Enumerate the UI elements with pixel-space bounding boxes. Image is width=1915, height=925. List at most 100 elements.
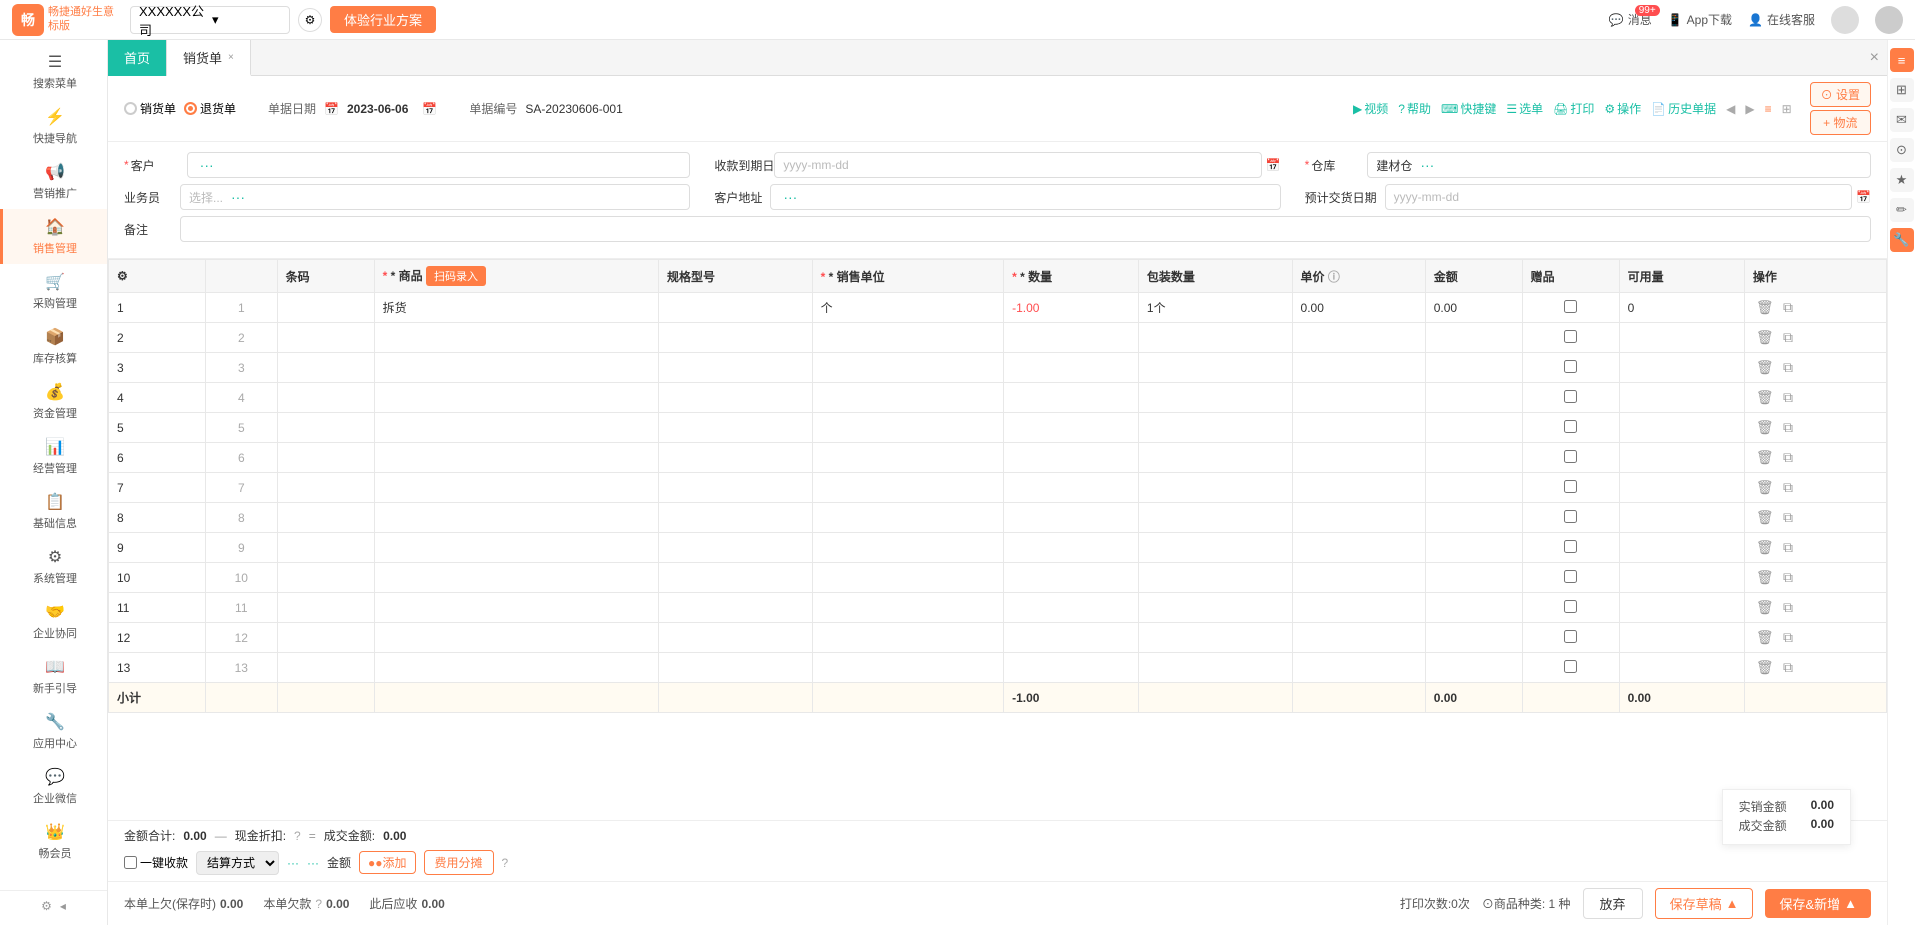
history-btn[interactable]: 📄 历史单据 xyxy=(1651,100,1716,117)
row-packqty-2[interactable] xyxy=(1138,353,1292,383)
row-amount-12[interactable] xyxy=(1425,653,1522,683)
row-delete-12[interactable]: 🗑 xyxy=(1753,658,1777,677)
row-price-11[interactable] xyxy=(1292,623,1425,653)
sidebar-item-guide[interactable]: 📖 新手引导 xyxy=(0,649,107,704)
row-spec-9[interactable] xyxy=(659,563,813,593)
row-spec-8[interactable] xyxy=(659,533,813,563)
operation-btn[interactable]: ⚙ 操作 xyxy=(1604,100,1641,117)
row-price-2[interactable] xyxy=(1292,353,1425,383)
row-amount-5[interactable] xyxy=(1425,443,1522,473)
row-packqty-12[interactable] xyxy=(1138,653,1292,683)
customer-input[interactable]: ··· xyxy=(187,152,691,178)
online-service-btn[interactable]: 👤 在线客服 xyxy=(1748,11,1815,28)
row-packqty-7[interactable] xyxy=(1138,503,1292,533)
row-unit-5[interactable] xyxy=(812,443,1003,473)
col-settings[interactable]: ⚙ xyxy=(109,260,206,293)
row-barcode-4[interactable] xyxy=(277,413,374,443)
row-qty-9[interactable] xyxy=(1004,563,1139,593)
row-price-8[interactable] xyxy=(1292,533,1425,563)
next-icon[interactable]: ▶ xyxy=(1745,102,1754,116)
row-gift-6[interactable] xyxy=(1522,473,1619,503)
grid-view-icon[interactable]: ⊞ xyxy=(1782,102,1792,116)
row-amount-4[interactable] xyxy=(1425,413,1522,443)
right-panel-btn-3[interactable]: ✉ xyxy=(1890,108,1914,132)
return-order-radio[interactable]: 退货单 xyxy=(184,100,236,117)
row-packqty-9[interactable] xyxy=(1138,563,1292,593)
scan-btn[interactable]: 扫码录入 xyxy=(426,266,486,286)
account-dots[interactable]: ··· xyxy=(307,856,319,870)
row-qty-8[interactable] xyxy=(1004,533,1139,563)
tab-close-icon[interactable]: × xyxy=(228,52,234,63)
row-product-3[interactable] xyxy=(374,383,658,413)
row-product-7[interactable] xyxy=(374,503,658,533)
row-amount-1[interactable] xyxy=(1425,323,1522,353)
row-qty-6[interactable] xyxy=(1004,473,1139,503)
row-amount-10[interactable] xyxy=(1425,593,1522,623)
row-copy-7[interactable]: ⧉ xyxy=(1780,508,1796,527)
row-unit-12[interactable] xyxy=(812,653,1003,683)
row-gift-2[interactable] xyxy=(1522,353,1619,383)
row-copy-3[interactable]: ⧉ xyxy=(1780,388,1796,407)
row-gift-5[interactable] xyxy=(1522,443,1619,473)
row-gift-4[interactable] xyxy=(1522,413,1619,443)
calc-method-select[interactable]: 结算方式 xyxy=(196,851,279,875)
right-panel-btn-6[interactable]: ✏ xyxy=(1890,198,1914,222)
row-packqty-6[interactable] xyxy=(1138,473,1292,503)
select-btn[interactable]: ☰ 选单 xyxy=(1506,100,1543,117)
row-spec-11[interactable] xyxy=(659,623,813,653)
row-spec-7[interactable] xyxy=(659,503,813,533)
sidebar-item-operations[interactable]: 📊 经营管理 xyxy=(0,429,107,484)
expense-split-btn[interactable]: 费用分摊 xyxy=(424,850,494,875)
row-spec-2[interactable] xyxy=(659,353,813,383)
row-copy-11[interactable]: ⧉ xyxy=(1780,628,1796,647)
customer-addr-input[interactable]: ··· xyxy=(770,184,1280,210)
row-gift-7[interactable] xyxy=(1522,503,1619,533)
row-barcode-0[interactable] xyxy=(277,293,374,323)
discard-btn[interactable]: 放弃 xyxy=(1583,888,1643,919)
row-copy-5[interactable]: ⧉ xyxy=(1780,448,1796,467)
row-product-10[interactable] xyxy=(374,593,658,623)
row-delete-7[interactable]: 🗑 xyxy=(1753,508,1777,527)
tab-sales[interactable]: 销货单 × xyxy=(167,40,251,76)
warehouse-input[interactable]: 建材仓 ··· xyxy=(1367,152,1871,178)
row-unit-0[interactable]: 个 xyxy=(812,293,1003,323)
row-unit-11[interactable] xyxy=(812,623,1003,653)
save-draft-btn[interactable]: 保存草稿 ▲ xyxy=(1655,888,1754,919)
row-barcode-11[interactable] xyxy=(277,623,374,653)
list-view-icon[interactable]: ≡ xyxy=(1765,102,1772,116)
row-delete-11[interactable]: 🗑 xyxy=(1753,628,1777,647)
company-select[interactable]: XXXXXX公司 ▾ xyxy=(130,6,290,34)
prev-icon[interactable]: ◀ xyxy=(1726,102,1735,116)
row-qty-11[interactable] xyxy=(1004,623,1139,653)
row-gift-0[interactable] xyxy=(1522,293,1619,323)
row-gift-11[interactable] xyxy=(1522,623,1619,653)
message-btn[interactable]: 💬 消息 99+ xyxy=(1609,11,1652,28)
row-amount-6[interactable] xyxy=(1425,473,1522,503)
right-panel-btn-1[interactable]: ≡ xyxy=(1890,48,1914,72)
row-barcode-12[interactable] xyxy=(277,653,374,683)
row-amount-7[interactable] xyxy=(1425,503,1522,533)
row-packqty-11[interactable] xyxy=(1138,623,1292,653)
row-copy-6[interactable]: ⧉ xyxy=(1780,478,1796,497)
row-barcode-2[interactable] xyxy=(277,353,374,383)
add-payment-btn[interactable]: ●●添加 xyxy=(359,851,416,874)
row-copy-12[interactable]: ⧉ xyxy=(1780,658,1796,677)
row-gift-10[interactable] xyxy=(1522,593,1619,623)
row-product-0[interactable]: 拆货 xyxy=(374,293,658,323)
setting-btn[interactable]: ⊙ 设置 xyxy=(1810,82,1871,107)
row-packqty-4[interactable] xyxy=(1138,413,1292,443)
row-amount-8[interactable] xyxy=(1425,533,1522,563)
row-delete-5[interactable]: 🗑 xyxy=(1753,448,1777,467)
row-unit-9[interactable] xyxy=(812,563,1003,593)
row-delete-6[interactable]: 🗑 xyxy=(1753,478,1777,497)
payment-date-input[interactable]: yyyy-mm-dd xyxy=(774,152,1261,178)
sidebar-item-wechat[interactable]: 💬 企业微信 xyxy=(0,759,107,814)
row-price-7[interactable] xyxy=(1292,503,1425,533)
row-copy-2[interactable]: ⧉ xyxy=(1780,358,1796,377)
right-panel-btn-5[interactable]: ★ xyxy=(1890,168,1914,192)
sidebar-collapse-icon[interactable]: ◂ xyxy=(60,899,66,913)
row-unit-7[interactable] xyxy=(812,503,1003,533)
row-unit-10[interactable] xyxy=(812,593,1003,623)
row-qty-0[interactable]: -1.00 xyxy=(1004,293,1139,323)
row-price-6[interactable] xyxy=(1292,473,1425,503)
